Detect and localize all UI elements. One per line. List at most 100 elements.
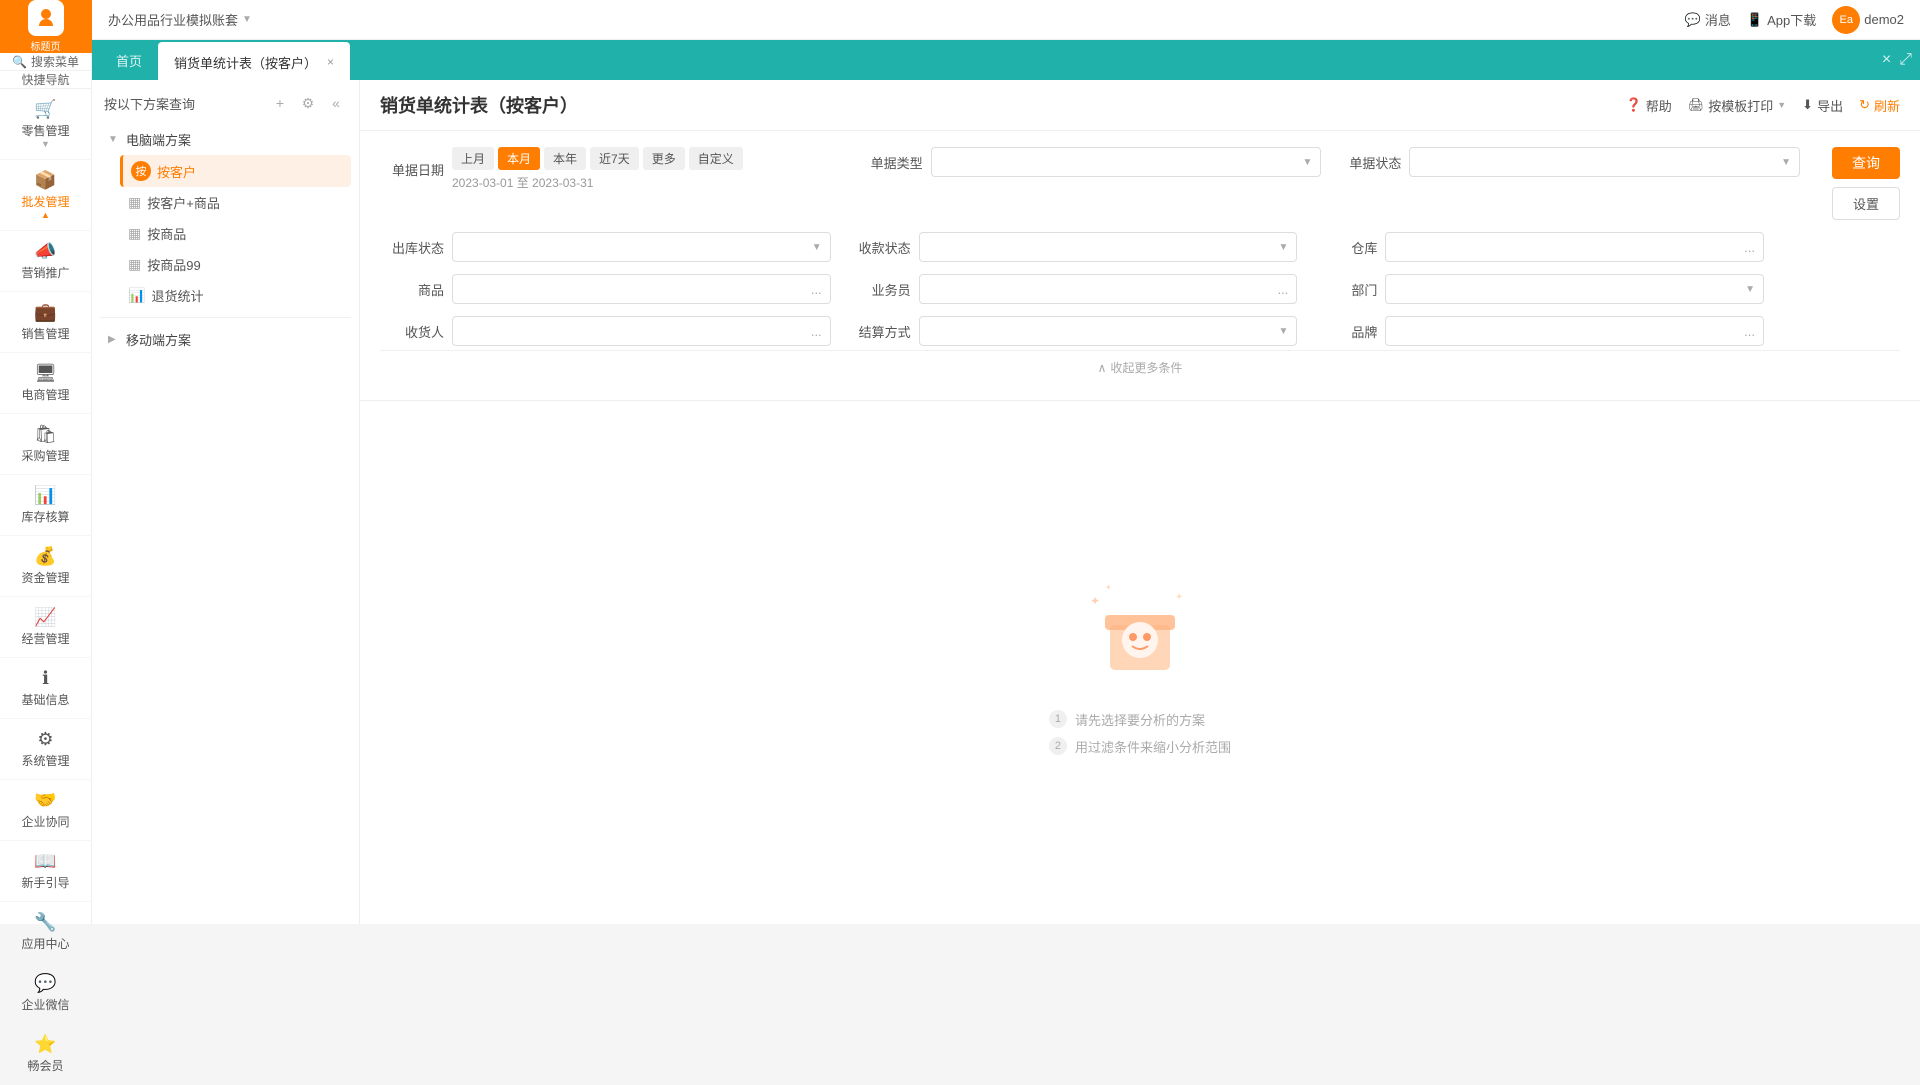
salesman-dots[interactable]: ... (1278, 282, 1289, 297)
sidebar-search[interactable]: 🔍 搜索菜单 (0, 53, 92, 71)
help-btn[interactable]: ❓ 帮助 (1626, 96, 1672, 115)
sidebar-logo: 标题页 (0, 0, 92, 53)
sidebar-item-member[interactable]: ⭐ 畅会员 (0, 1024, 92, 1085)
sidebar-item-wx[interactable]: 💬 企业微信 (0, 963, 92, 1024)
tab-close-btn[interactable]: × (327, 55, 334, 69)
scheme-by-customer[interactable]: 按 按客户 (120, 155, 351, 187)
tree-toggle-pc: ▼ (108, 134, 120, 145)
sidebar-item-inventory[interactable]: 📊 库存核算 (0, 475, 92, 536)
by-customer-goods-icon: ▦ (128, 194, 141, 211)
print-icon: 🖨 (1688, 97, 1705, 113)
panel-collapse-btn[interactable]: « (325, 92, 347, 114)
sidebar-item-basic[interactable]: ℹ 基础信息 (0, 658, 92, 719)
tab-customer-stats[interactable]: 销货单统计表（按客户） × (158, 42, 350, 82)
date-btn-last-month[interactable]: 上月 (452, 147, 494, 170)
warehouse-dots[interactable]: ... (1744, 240, 1755, 255)
out-status-select[interactable]: ▼ (452, 232, 831, 262)
receiver-dots[interactable]: ... (811, 324, 822, 339)
settings-icon: ⚙ (302, 95, 315, 112)
sidebar-item-sales[interactable]: 💼 销售管理 (0, 292, 92, 353)
export-btn[interactable]: ⬇ 导出 (1802, 96, 1843, 115)
tree-divider (100, 317, 351, 318)
svg-text:✦: ✦ (1090, 594, 1100, 608)
page-actions: ❓ 帮助 🖨 按模板打印 ▼ ⬇ 导出 ↻ 刷新 (1626, 96, 1901, 127)
by-customer-label: 按客户 (157, 162, 196, 181)
sidebar-quick-nav[interactable]: 快捷导航 (0, 71, 92, 89)
tree-toggle-mobile: ▶ (108, 334, 120, 345)
scheme-by-goods[interactable]: ▦ 按商品 (120, 218, 351, 249)
date-btn-more[interactable]: 更多 (643, 147, 685, 170)
brand-label: 品牌 (1313, 322, 1377, 341)
collapse-icon: « (332, 95, 340, 111)
user-name: demo2 (1864, 12, 1904, 27)
sidebar-item-guide[interactable]: 📖 新手引导 (0, 841, 92, 902)
sidebar-item-coop[interactable]: 🤝 企业协同 (0, 780, 92, 841)
scheme-by-customer-goods[interactable]: ▦ 按客户+商品 (120, 187, 351, 218)
goods-dots[interactable]: ... (811, 282, 822, 297)
warehouse-select[interactable]: ... (1385, 232, 1764, 262)
inventory-icon: 📊 (34, 485, 56, 506)
sidebar-item-retail[interactable]: 🛒 零售管理 ▼ (0, 89, 92, 160)
sidebar-item-wholesale[interactable]: 📦 批发管理 ▲ (0, 160, 92, 231)
filter-settings-btn[interactable]: 设置 (1832, 187, 1900, 220)
tab-home[interactable]: 首页 (100, 40, 158, 80)
brand-dots[interactable]: ... (1744, 324, 1755, 339)
basic-icon: ℹ (42, 668, 49, 689)
add-scheme-btn[interactable]: + (269, 92, 291, 114)
sidebar-item-ecom[interactable]: 🖥 电商管理 (0, 353, 92, 414)
date-buttons: 上月 本月 本年 近7天 更多 自定义 (452, 147, 743, 170)
refresh-btn[interactable]: ↻ 刷新 (1859, 96, 1900, 115)
sidebar-item-apps[interactable]: 🔧 应用中心 (0, 902, 92, 963)
date-btn-current-month[interactable]: 本月 (498, 147, 540, 170)
tree-pc-header[interactable]: ▼ 电脑端方案 (100, 124, 351, 155)
department-select[interactable]: ▼ (1385, 274, 1764, 304)
apps-icon: 🔧 (34, 912, 56, 933)
app-download-label: App下载 (1767, 10, 1816, 29)
sidebar-item-sys[interactable]: ⚙ 系统管理 (0, 719, 92, 780)
scheme-return-stats[interactable]: 📊 退货统计 (120, 280, 351, 311)
doc-status-select[interactable]: ▼ (1409, 147, 1800, 177)
doc-type-select[interactable]: ▼ (931, 147, 1322, 177)
date-btn-last-7-days[interactable]: 近7天 (590, 147, 639, 170)
left-panel-actions: + ⚙ « (269, 92, 347, 114)
export-label: 导出 (1817, 96, 1843, 115)
app-selector[interactable]: 办公用品行业模拟账套 ▼ (108, 10, 252, 29)
sidebar-item-purchase[interactable]: 🛍 采购管理 (0, 414, 92, 475)
tab-restore-btn[interactable]: ⤢ (1899, 51, 1912, 69)
scheme-settings-btn[interactable]: ⚙ (297, 92, 319, 114)
collapse-bar[interactable]: ∧ 收起更多条件 (380, 350, 1900, 384)
user-profile[interactable]: Ea demo2 (1832, 6, 1904, 34)
empty-illustration: ✦ ✦ ✦ (1080, 570, 1200, 690)
sidebar: 标题页 🔍 搜索菜单 快捷导航 🛒 零售管理 ▼ 📦 批发管理 ▲ 📣 营销推广… (0, 0, 92, 924)
goods-select[interactable]: ... (452, 274, 831, 304)
home-label: 首页 (116, 51, 142, 70)
warehouse-label: 仓库 (1313, 238, 1377, 257)
date-btn-custom[interactable]: 自定义 (689, 147, 743, 170)
sidebar-item-finance[interactable]: 💰 资金管理 (0, 536, 92, 597)
brand-select[interactable]: ... (1385, 316, 1764, 346)
payment-status-select[interactable]: ▼ (919, 232, 1298, 262)
wx-label: 企业微信 (21, 996, 69, 1013)
app-download-btn[interactable]: 📱 App下载 (1747, 10, 1816, 29)
doc-status-label: 单据状态 (1337, 153, 1401, 172)
date-btn-current-year[interactable]: 本年 (544, 147, 586, 170)
page-title: 销货单统计表（按客户） (380, 92, 578, 130)
print-btn[interactable]: 🖨 按模板打印 ▼ (1688, 96, 1786, 115)
sidebar-item-marketing[interactable]: 📣 营销推广 (0, 231, 92, 292)
tab-close-all-btn[interactable]: × (1882, 51, 1891, 69)
return-stats-label: 退货统计 (151, 286, 203, 305)
member-icon: ⭐ (34, 1034, 56, 1055)
tree-mobile-header[interactable]: ▶ 移动端方案 (100, 324, 351, 355)
salesman-select[interactable]: ... (919, 274, 1298, 304)
message-btn[interactable]: 💬 消息 (1685, 10, 1731, 29)
sidebar-item-ops[interactable]: 📈 经营管理 (0, 597, 92, 658)
query-btn[interactable]: 查询 (1832, 147, 1900, 179)
settlement-select[interactable]: ▼ (919, 316, 1298, 346)
main-area: 办公用品行业模拟账套 ▼ 💬 消息 📱 App下载 Ea demo2 首页 (92, 0, 1920, 924)
help-label: 帮助 (1646, 96, 1672, 115)
coop-label: 企业协同 (21, 813, 69, 830)
retail-icon: 🛒 (34, 99, 56, 120)
scheme-by-goods99[interactable]: ▦ 按商品99 (120, 249, 351, 280)
apps-label: 应用中心 (21, 935, 69, 952)
receiver-select[interactable]: ... (452, 316, 831, 346)
